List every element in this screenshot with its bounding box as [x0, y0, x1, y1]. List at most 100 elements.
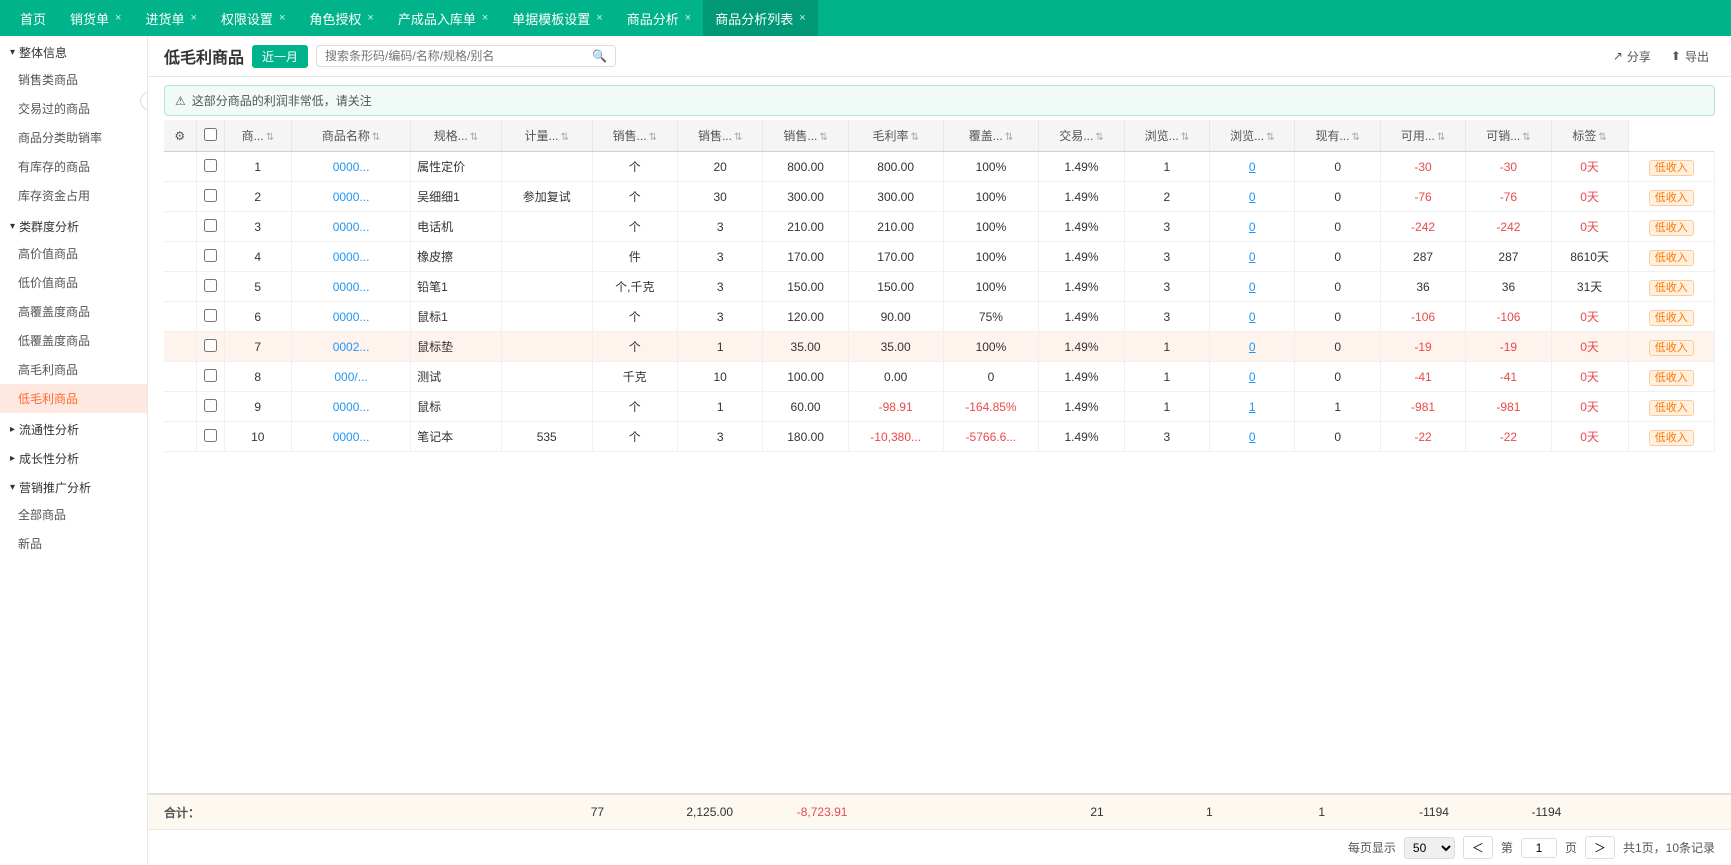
cell-browse1[interactable]: 0: [1210, 182, 1295, 212]
nav-permission-close[interactable]: ×: [279, 12, 285, 24]
sidebar-group-growth[interactable]: ▸ 成长性分析: [0, 442, 147, 471]
col-spec[interactable]: 规格...⇅: [411, 120, 502, 152]
sidebar-group-marketing[interactable]: ▾ 营销推广分析: [0, 471, 147, 500]
col-name[interactable]: 商品名称⇅: [292, 120, 411, 152]
col-sales-profit[interactable]: 销售...⇅: [763, 120, 848, 152]
tag-badge: 低收入: [1649, 160, 1694, 176]
col-sales-price[interactable]: 销售...⇅: [677, 120, 762, 152]
nav-role-close[interactable]: ×: [367, 12, 373, 24]
cell-check[interactable]: [196, 212, 224, 242]
sidebar-item-category-rate[interactable]: 商品分类助销率: [0, 123, 147, 152]
cell-browse1[interactable]: 0: [1210, 152, 1295, 182]
export-button[interactable]: ⬆ 导出: [1665, 45, 1715, 68]
cell-trade: 3: [1124, 272, 1209, 302]
row-checkbox-1[interactable]: [204, 189, 217, 202]
cell-check[interactable]: [196, 242, 224, 272]
col-check[interactable]: [196, 120, 224, 152]
nav-analysis-list-close[interactable]: ×: [799, 12, 805, 24]
select-all-checkbox[interactable]: [204, 128, 217, 141]
col-tag[interactable]: 标签⇅: [1551, 120, 1628, 152]
row-checkbox-8[interactable]: [204, 399, 217, 412]
cell-browse1[interactable]: 0: [1210, 242, 1295, 272]
sidebar-item-low-coverage[interactable]: 低覆盖度商品: [0, 326, 147, 355]
cell-check[interactable]: [196, 272, 224, 302]
cell-check[interactable]: [196, 302, 224, 332]
cell-check[interactable]: [196, 332, 224, 362]
cell-browse1[interactable]: 0: [1210, 212, 1295, 242]
nav-purchase[interactable]: 进货单 ×: [133, 0, 208, 36]
cell-browse1[interactable]: 0: [1210, 302, 1295, 332]
current-page-input[interactable]: [1521, 838, 1557, 858]
cell-trade: 3: [1124, 242, 1209, 272]
cell-check[interactable]: [196, 422, 224, 452]
cell-check[interactable]: [196, 182, 224, 212]
col-unit[interactable]: 计量...⇅: [501, 120, 592, 152]
cell-browse1[interactable]: 0: [1210, 362, 1295, 392]
row-checkbox-0[interactable]: [204, 159, 217, 172]
row-checkbox-7[interactable]: [204, 369, 217, 382]
sidebar-group-general[interactable]: ▾ 整体信息: [0, 36, 147, 65]
col-saleable[interactable]: 可销...⇅: [1466, 120, 1551, 152]
nav-template-close[interactable]: ×: [596, 12, 602, 24]
tag-badge: 低收入: [1649, 310, 1694, 326]
search-input[interactable]: [325, 49, 588, 63]
row-checkbox-4[interactable]: [204, 279, 217, 292]
sidebar-item-capital[interactable]: 库存资金占用: [0, 181, 147, 210]
row-checkbox-5[interactable]: [204, 309, 217, 322]
sidebar-item-stocked[interactable]: 有库存的商品: [0, 152, 147, 181]
col-gross-margin[interactable]: 毛利率⇅: [848, 120, 943, 152]
row-checkbox-3[interactable]: [204, 249, 217, 262]
col-available[interactable]: 可用...⇅: [1380, 120, 1465, 152]
cell-check[interactable]: [196, 152, 224, 182]
nav-product-in-close[interactable]: ×: [482, 12, 488, 24]
cell-browse1[interactable]: 0: [1210, 272, 1295, 302]
col-current-stock[interactable]: 现有...⇅: [1295, 120, 1380, 152]
date-filter-button[interactable]: 近一月: [252, 45, 308, 68]
cell-trade: 1: [1124, 362, 1209, 392]
col-settings[interactable]: ⚙: [164, 120, 196, 152]
sidebar-item-high-margin[interactable]: 高毛利商品: [0, 355, 147, 384]
next-page-button[interactable]: ＞: [1585, 836, 1615, 859]
sidebar-item-all-products[interactable]: 全部商品: [0, 500, 147, 529]
nav-permission[interactable]: 权限设置 ×: [209, 0, 297, 36]
col-coverage[interactable]: 覆盖...⇅: [943, 120, 1039, 152]
sidebar-item-new-products[interactable]: 新品: [0, 529, 147, 558]
row-checkbox-2[interactable]: [204, 219, 217, 232]
col-sales-qty[interactable]: 销售...⇅: [592, 120, 677, 152]
nav-purchase-close[interactable]: ×: [190, 12, 196, 24]
cell-settings: [164, 422, 196, 452]
nav-product-in[interactable]: 产成品入库单 ×: [386, 0, 500, 36]
sidebar-item-traded-products[interactable]: 交易过的商品: [0, 94, 147, 123]
sidebar-group-flow[interactable]: ▸ 流通性分析: [0, 413, 147, 442]
prev-page-button[interactable]: ＜: [1463, 836, 1493, 859]
cell-trade: 1: [1124, 392, 1209, 422]
cell-check[interactable]: [196, 362, 224, 392]
sidebar-item-low-margin[interactable]: 低毛利商品: [0, 384, 147, 413]
search-icon[interactable]: 🔍: [592, 49, 607, 63]
nav-sales-close[interactable]: ×: [115, 12, 121, 24]
sidebar-item-high-coverage[interactable]: 高覆盖度商品: [0, 297, 147, 326]
row-checkbox-9[interactable]: [204, 429, 217, 442]
nav-home[interactable]: 首页: [8, 0, 58, 36]
col-code[interactable]: 商...⇅: [224, 120, 292, 152]
sidebar-item-low-value[interactable]: 低价值商品: [0, 268, 147, 297]
row-checkbox-6[interactable]: [204, 339, 217, 352]
nav-analysis[interactable]: 商品分析 ×: [615, 0, 703, 36]
share-button[interactable]: ↗ 分享: [1607, 45, 1657, 68]
nav-sales[interactable]: 销货单 ×: [58, 0, 133, 36]
nav-template[interactable]: 单据模板设置 ×: [500, 0, 614, 36]
sidebar-group-cluster[interactable]: ▾ 类群度分析: [0, 210, 147, 239]
cell-check[interactable]: [196, 392, 224, 422]
col-trade[interactable]: 交易...⇅: [1039, 120, 1124, 152]
nav-analysis-close[interactable]: ×: [685, 12, 691, 24]
nav-analysis-list[interactable]: 商品分析列表 ×: [703, 0, 817, 36]
cell-browse1[interactable]: 0: [1210, 332, 1295, 362]
page-size-select[interactable]: 50 100 200: [1404, 837, 1455, 859]
col-browse1[interactable]: 浏览...⇅: [1124, 120, 1209, 152]
cell-browse1[interactable]: 0: [1210, 422, 1295, 452]
cell-browse1[interactable]: 1: [1210, 392, 1295, 422]
col-browse2[interactable]: 浏览...⇅: [1210, 120, 1295, 152]
nav-role[interactable]: 角色授权 ×: [297, 0, 385, 36]
sidebar-item-sales-products[interactable]: 销售类商品: [0, 65, 147, 94]
sidebar-item-high-value[interactable]: 高价值商品: [0, 239, 147, 268]
